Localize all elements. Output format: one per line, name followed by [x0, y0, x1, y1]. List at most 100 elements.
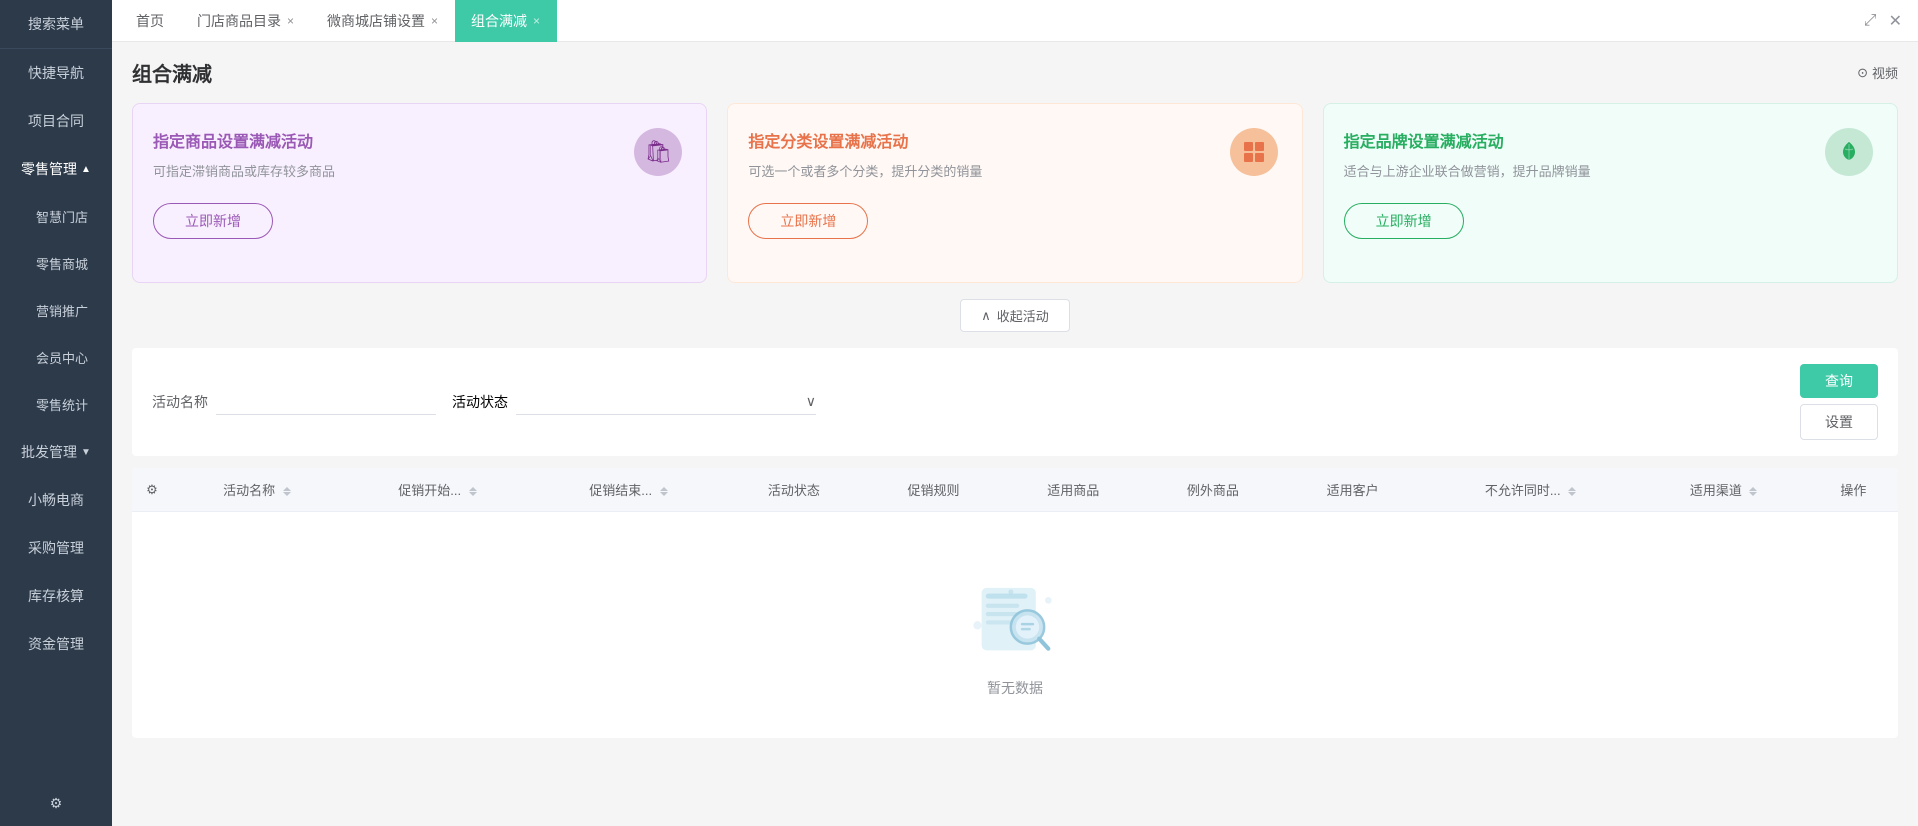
sidebar-search[interactable]: 搜索菜单 — [0, 0, 112, 49]
video-label: 视频 — [1872, 63, 1898, 82]
sidebar-item-wholesale[interactable]: 批发管理 ▼ — [0, 428, 112, 476]
category-card-add-button[interactable]: 立即新增 — [748, 203, 868, 239]
settings-icon: ⚙ — [50, 795, 63, 811]
sort-icon — [1568, 487, 1576, 496]
tab-combo-discount-close[interactable]: × — [533, 14, 540, 28]
product-card-icon: 🛍 — [634, 128, 682, 176]
brand-card-icon — [1825, 128, 1873, 176]
th-activity-status: 活动状态 — [724, 468, 864, 512]
sidebar-item-inventory[interactable]: 库存核算 — [0, 572, 112, 620]
sidebar-item-label: 零售管理 — [21, 159, 77, 179]
page-title: 组合满减 — [132, 58, 212, 87]
sidebar-item-retail-stats[interactable]: 零售统计 — [0, 381, 112, 428]
collapse-icon: ∧ — [981, 308, 991, 324]
th-exception-goods: 例外商品 — [1143, 468, 1283, 512]
activity-status-field: 活动状态 ∨ — [452, 389, 1784, 415]
th-operation-label: 操作 — [1840, 483, 1866, 498]
video-link[interactable]: ⊙ 视频 — [1857, 63, 1898, 82]
activity-name-input[interactable] — [216, 390, 436, 415]
category-card-desc: 可选一个或者多个分类，提升分类的销量 — [748, 162, 1281, 183]
activity-status-label: 活动状态 — [452, 392, 508, 412]
tab-home[interactable]: 首页 — [120, 0, 181, 42]
tab-mini-shop-settings-close[interactable]: × — [431, 14, 438, 28]
th-gear[interactable]: ⚙ — [132, 468, 172, 512]
main-content: 首页 门店商品目录 × 微商城店铺设置 × 组合满减 × ⤢ ✕ 组合满减 ⊙ … — [112, 0, 1918, 826]
category-card-title: 指定分类设置满减活动 — [748, 128, 1281, 152]
search-actions: 查询 设置 — [1800, 364, 1878, 440]
tab-combo-discount-label: 组合满减 — [471, 11, 527, 31]
th-activity-name[interactable]: 活动名称 — [172, 468, 342, 512]
sidebar-item-purchase[interactable]: 采购管理 — [0, 524, 112, 572]
th-not-allow-concurrent-label: 不允许同时... — [1485, 483, 1561, 498]
activity-name-field: 活动名称 — [152, 390, 436, 415]
tab-store-catalog[interactable]: 门店商品目录 × — [181, 0, 311, 42]
tab-combo-discount[interactable]: 组合满减 × — [455, 0, 557, 42]
activity-status-select[interactable]: ∨ — [516, 389, 816, 415]
th-promo-rule-label: 促销规则 — [908, 483, 960, 498]
th-applicable-channel-label: 适用渠道 — [1690, 483, 1742, 498]
sidebar-item-label: 营销推广 — [36, 301, 88, 320]
category-card: 指定分类设置满减活动 可选一个或者多个分类，提升分类的销量 立即新增 — [727, 103, 1302, 283]
expand-arrow-icon: ▲ — [81, 164, 91, 175]
maximize-button[interactable]: ⤢ — [1864, 12, 1877, 30]
th-exception-goods-label: 例外商品 — [1187, 483, 1239, 498]
sidebar-item-retail-mall[interactable]: 零售商城 — [0, 240, 112, 287]
tab-bar: 首页 门店商品目录 × 微商城店铺设置 × 组合满减 × ⤢ ✕ — [112, 0, 1918, 42]
brand-card-add-button[interactable]: 立即新增 — [1344, 203, 1464, 239]
collapse-bar: ∧ 收起活动 — [132, 299, 1898, 332]
sidebar-item-marketing[interactable]: 营销推广 — [0, 287, 112, 334]
sidebar-item-label: 快捷导航 — [28, 63, 84, 83]
sidebar-item-label: 项目合同 — [28, 111, 84, 131]
th-operation: 操作 — [1809, 468, 1898, 512]
page-header: 组合满减 ⊙ 视频 — [132, 58, 1898, 87]
gear-icon: ⚙ — [146, 482, 158, 497]
th-promo-start[interactable]: 促销开始... — [342, 468, 533, 512]
sidebar-item-label: 会员中心 — [36, 348, 88, 367]
th-activity-status-label: 活动状态 — [768, 483, 820, 498]
table-header: ⚙ 活动名称 促销开始... 促销结束... — [132, 468, 1898, 512]
sidebar-item-label: 库存核算 — [28, 586, 84, 606]
sidebar-item-retail-management[interactable]: 零售管理 ▲ — [0, 145, 112, 193]
th-promo-end-label: 促销结束... — [589, 483, 652, 498]
sidebar-item-smart-store[interactable]: 智慧门店 — [0, 193, 112, 240]
sidebar-item-quick-nav[interactable]: 快捷导航 — [0, 49, 112, 97]
empty-text: 暂无数据 — [987, 678, 1043, 698]
search-bar: 活动名称 活动状态 ∨ 查询 设置 — [132, 348, 1898, 456]
chevron-down-icon: ∨ — [806, 393, 816, 410]
th-promo-end[interactable]: 促销结束... — [533, 468, 724, 512]
sidebar-item-xiaochang[interactable]: 小畅电商 — [0, 476, 112, 524]
activity-name-label: 活动名称 — [152, 392, 208, 412]
sidebar-item-finance[interactable]: 资金管理 — [0, 620, 112, 668]
brand-card-desc: 适合与上游企业联合做营销，提升品牌销量 — [1344, 162, 1877, 183]
sort-icon — [283, 487, 291, 496]
table-body: 暂无数据 — [132, 512, 1898, 739]
query-button[interactable]: 查询 — [1800, 364, 1878, 398]
setting-button[interactable]: 设置 — [1800, 404, 1878, 440]
collapse-activities-button[interactable]: ∧ 收起活动 — [960, 299, 1070, 332]
product-card-add-button[interactable]: 立即新增 — [153, 203, 273, 239]
close-button[interactable]: ✕ — [1889, 11, 1902, 31]
product-card-title: 指定商品设置满减活动 — [153, 128, 686, 152]
sort-icon — [1749, 487, 1757, 496]
th-applicable-customers-label: 适用客户 — [1327, 483, 1379, 498]
tab-store-catalog-close[interactable]: × — [287, 14, 294, 28]
th-applicable-goods-label: 适用商品 — [1047, 483, 1099, 498]
sidebar-item-project-contract[interactable]: 项目合同 — [0, 97, 112, 145]
th-applicable-goods: 适用商品 — [1003, 468, 1143, 512]
brand-card: 指定品牌设置满减活动 适合与上游企业联合做营销，提升品牌销量 立即新增 — [1323, 103, 1898, 283]
content-area: 组合满减 ⊙ 视频 🛍 指定商品设置满减活动 可指定滞销商品或库存较多商品 立即… — [112, 42, 1918, 826]
sidebar-item-label: 零售商城 — [36, 254, 88, 273]
th-not-allow-concurrent[interactable]: 不允许同时... — [1422, 468, 1638, 512]
th-applicable-channel[interactable]: 适用渠道 — [1639, 468, 1809, 512]
sidebar-item-member-center[interactable]: 会员中心 — [0, 334, 112, 381]
sidebar-item-label: 资金管理 — [28, 634, 84, 654]
sidebar-item-label: 零售统计 — [36, 395, 88, 414]
sidebar-settings[interactable]: ⚙ — [0, 781, 112, 826]
data-table: ⚙ 活动名称 促销开始... 促销结束... — [132, 468, 1898, 738]
th-promo-start-label: 促销开始... — [398, 483, 461, 498]
tab-store-catalog-label: 门店商品目录 — [197, 11, 281, 31]
tab-mini-shop-settings[interactable]: 微商城店铺设置 × — [311, 0, 455, 42]
expand-arrow-icon: ▼ — [81, 447, 91, 458]
product-card: 🛍 指定商品设置满减活动 可指定滞销商品或库存较多商品 立即新增 — [132, 103, 707, 283]
th-applicable-customers: 适用客户 — [1283, 468, 1423, 512]
